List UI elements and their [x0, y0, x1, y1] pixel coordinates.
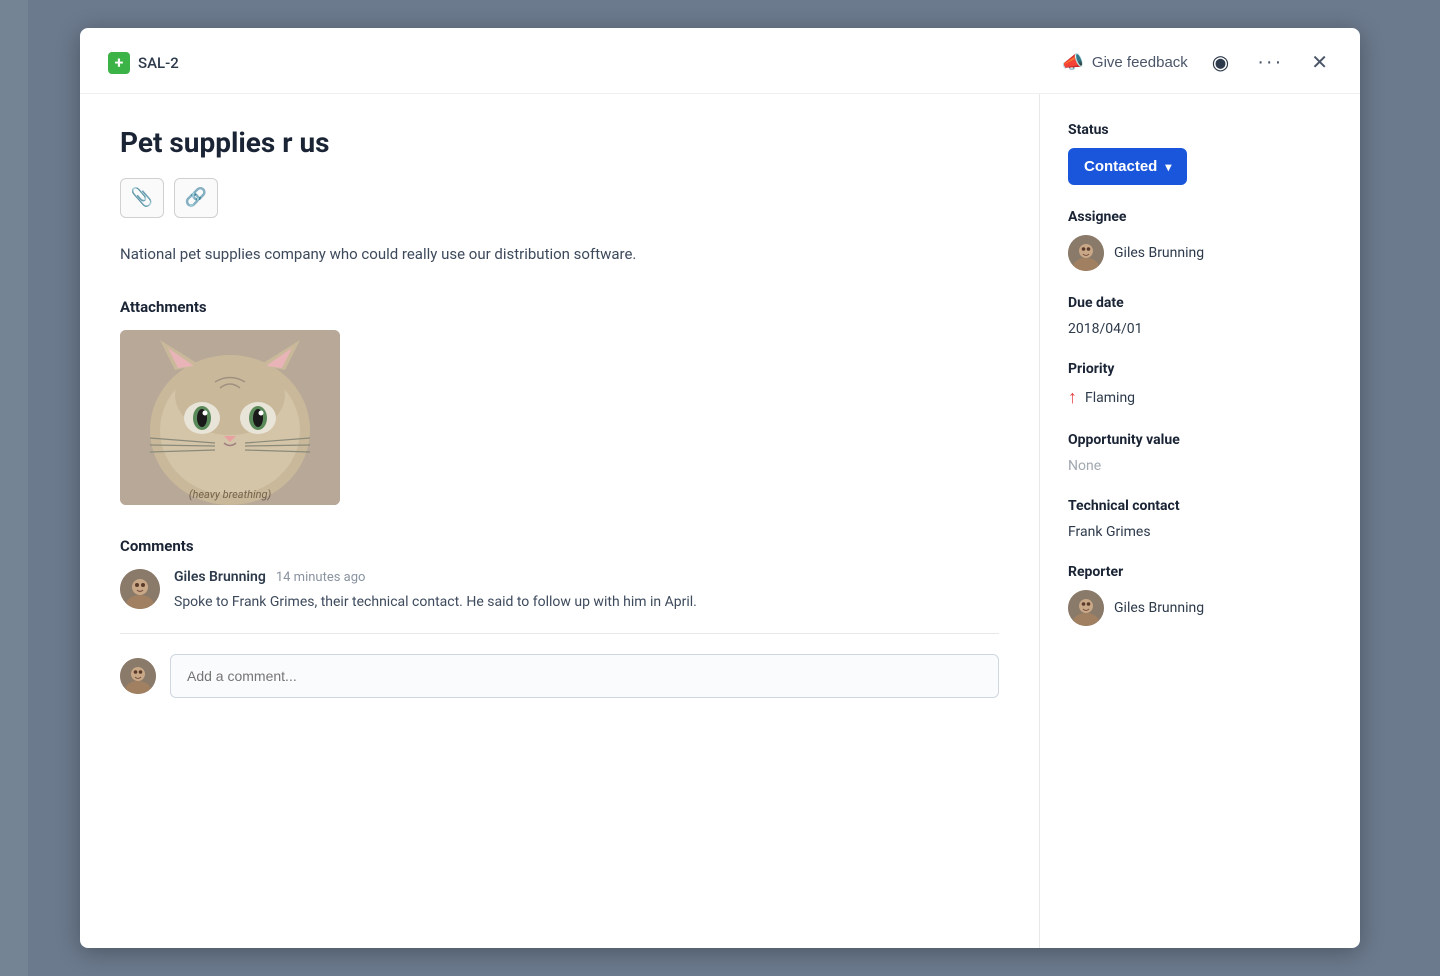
- add-comment-row: [120, 654, 999, 698]
- header-left: + SAL-2: [108, 52, 179, 74]
- issue-title: Pet supplies r us: [120, 126, 999, 160]
- opportunity-value-field: Opportunity value None: [1068, 432, 1332, 474]
- reporter-avatar: [1068, 590, 1104, 626]
- issue-id: SAL-2: [138, 54, 179, 72]
- due-date-value: 2018/04/01: [1068, 321, 1332, 337]
- reporter-row: Giles Brunning: [1068, 590, 1332, 626]
- status-value: Contacted: [1084, 158, 1157, 175]
- add-comment-input[interactable]: [170, 654, 999, 698]
- opportunity-value-text: None: [1068, 458, 1332, 474]
- attachment-image[interactable]: (heavy breathing): [120, 330, 340, 505]
- priority-row: ↑ Flaming: [1068, 387, 1332, 408]
- chevron-down-icon: ▾: [1165, 160, 1171, 174]
- link-icon: 🔗: [185, 187, 207, 208]
- eye-icon: ◉: [1212, 50, 1229, 75]
- comment-author-name: Giles Brunning: [174, 569, 266, 585]
- opportunity-value-label: Opportunity value: [1068, 432, 1332, 448]
- assignee-row: Giles Brunning: [1068, 235, 1332, 271]
- comment-timestamp: 14 minutes ago: [276, 570, 366, 585]
- comment-text: Spoke to Frank Grimes, their technical c…: [174, 591, 999, 613]
- attachment-caption: (heavy breathing): [120, 488, 340, 501]
- header-right: 📣 Give feedback ◉ ··· ✕: [1061, 46, 1332, 79]
- watch-button[interactable]: ◉: [1208, 46, 1233, 79]
- assignee-field: Assignee Giles Brun: [1068, 209, 1332, 271]
- modal-body: Pet supplies r us 📎 🔗 National pet suppl…: [80, 94, 1360, 948]
- modal-header: + SAL-2 📣 Give feedback ◉ ··· ✕: [80, 28, 1360, 94]
- action-buttons: 📎 🔗: [120, 178, 999, 218]
- reporter-field: Reporter Giles Brun: [1068, 564, 1332, 626]
- assignee-avatar: [1068, 235, 1104, 271]
- current-user-avatar: [120, 658, 156, 694]
- comment-author-avatar: [120, 569, 160, 609]
- comment-divider: [120, 633, 999, 634]
- dots-icon: ···: [1257, 51, 1283, 74]
- comment-content: Giles Brunning 14 minutes ago Spoke to F…: [174, 569, 999, 613]
- technical-contact-value: Frank Grimes: [1068, 524, 1332, 540]
- close-icon: ✕: [1311, 50, 1328, 75]
- modal-overlay: + SAL-2 📣 Give feedback ◉ ··· ✕: [0, 0, 1440, 976]
- due-date-field: Due date 2018/04/01: [1068, 295, 1332, 337]
- status-button[interactable]: Contacted ▾: [1068, 148, 1187, 185]
- attachments-title: Attachments: [120, 298, 999, 316]
- comment-header: Giles Brunning 14 minutes ago: [174, 569, 999, 585]
- reporter-name: Giles Brunning: [1114, 600, 1204, 616]
- close-button[interactable]: ✕: [1307, 46, 1332, 79]
- sal-plus-icon: +: [108, 52, 130, 74]
- reporter-label: Reporter: [1068, 564, 1332, 580]
- priority-arrow-icon: ↑: [1068, 387, 1077, 408]
- copy-link-button[interactable]: 🔗: [174, 178, 218, 218]
- comment-item: Giles Brunning 14 minutes ago Spoke to F…: [120, 569, 999, 613]
- attachments-section: Attachments: [120, 298, 999, 505]
- modal-dialog: + SAL-2 📣 Give feedback ◉ ··· ✕: [80, 28, 1360, 948]
- current-user-avatar-svg: [120, 658, 156, 694]
- assignee-avatar-svg: [1068, 235, 1104, 271]
- give-feedback-button[interactable]: 📣 Give feedback: [1061, 52, 1187, 73]
- assignee-label: Assignee: [1068, 209, 1332, 225]
- assignee-name: Giles Brunning: [1114, 245, 1204, 261]
- status-label: Status: [1068, 122, 1332, 138]
- technical-contact-label: Technical contact: [1068, 498, 1332, 514]
- cat-image-svg: [120, 330, 340, 505]
- more-options-button[interactable]: ···: [1253, 47, 1287, 78]
- paperclip-icon: 📎: [131, 187, 153, 208]
- status-field: Status Contacted ▾: [1068, 122, 1332, 185]
- priority-field: Priority ↑ Flaming: [1068, 361, 1332, 408]
- avatar-svg: [120, 569, 160, 609]
- comments-title: Comments: [120, 537, 999, 555]
- priority-value: Flaming: [1085, 390, 1135, 406]
- due-date-label: Due date: [1068, 295, 1332, 311]
- technical-contact-field: Technical contact Frank Grimes: [1068, 498, 1332, 540]
- bg-strip: [0, 0, 28, 976]
- sidebar: Status Contacted ▾ Assignee: [1040, 94, 1360, 948]
- issue-description: National pet supplies company who could …: [120, 242, 999, 266]
- reporter-avatar-svg: [1068, 590, 1104, 626]
- attach-file-button[interactable]: 📎: [120, 178, 164, 218]
- comments-section: Comments: [120, 537, 999, 698]
- priority-label: Priority: [1068, 361, 1332, 377]
- megaphone-icon: 📣: [1061, 52, 1083, 73]
- main-content: Pet supplies r us 📎 🔗 National pet suppl…: [80, 94, 1040, 948]
